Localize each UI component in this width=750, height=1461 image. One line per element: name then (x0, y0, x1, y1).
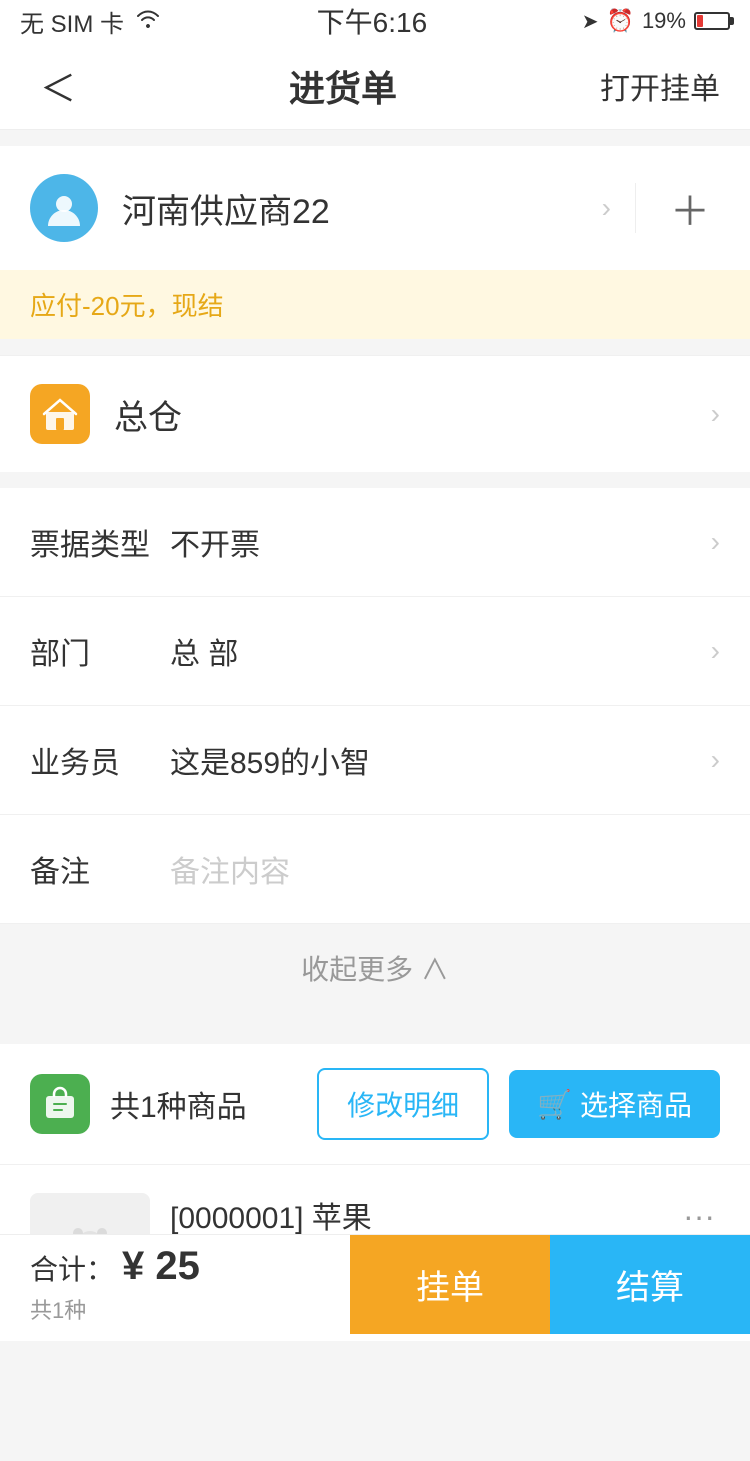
salesperson-value: 这是859的小智 (170, 738, 711, 782)
invoice-chevron-icon: › (711, 526, 720, 558)
select-product-button[interactable]: 🛒 选择商品 (509, 1070, 720, 1138)
chevron-right-icon: › (602, 192, 611, 224)
product-more-button[interactable]: ··· (678, 1193, 720, 1240)
salesperson-row[interactable]: 业务员 这是859的小智 › (0, 706, 750, 815)
product-divider (0, 1012, 750, 1028)
collapse-bar[interactable]: 收起更多 ∧ (0, 924, 750, 1012)
supplier-avatar (30, 174, 98, 242)
battery-icon (694, 12, 730, 30)
warehouse-divider (0, 339, 750, 355)
invoice-type-label: 票据类型 (30, 520, 170, 564)
notice-text: 应付-20元，现结 (30, 291, 224, 321)
supplier-name: 河南供应商22 (122, 184, 602, 233)
department-label: 部门 (30, 629, 170, 673)
carrier-label: 无 SIM 卡 (20, 4, 124, 39)
back-button[interactable]: ＜ (30, 50, 86, 122)
remark-label: 备注 (30, 847, 170, 891)
status-bar-left: 无 SIM 卡 (20, 4, 162, 39)
warehouse-section: 总仓 › (0, 355, 750, 472)
product-name: [0000001] 苹果 (170, 1193, 658, 1237)
warehouse-name: 总仓 (114, 390, 711, 439)
top-divider (0, 130, 750, 146)
salesperson-chevron-icon: › (711, 744, 720, 776)
bottom-bar: 合计： ¥ 25 共1种 挂单 结算 (0, 1234, 750, 1334)
supplier-section: 河南供应商22 › ＋ 应付-20元，现结 (0, 146, 750, 339)
vertical-divider (635, 183, 636, 233)
status-bar-right: ➤ ⏰ 19% (582, 8, 730, 34)
department-row[interactable]: 部门 总 部 › (0, 597, 750, 706)
product-title: 苹果 (312, 1202, 372, 1235)
total-label: 合计： (30, 1248, 114, 1288)
warehouse-chevron-icon: › (711, 398, 720, 430)
total-main: 合计： ¥ 25 (30, 1244, 320, 1289)
location-icon: ➤ (582, 9, 599, 34)
product-code: [0000001] (170, 1202, 312, 1235)
battery-percent: 19% (642, 8, 686, 34)
wifi-icon (134, 7, 162, 35)
open-hang-button[interactable]: 打开挂单 (600, 64, 720, 108)
hang-button[interactable]: 挂单 (350, 1235, 550, 1334)
product-icon (30, 1074, 90, 1134)
salesperson-label: 业务员 (30, 738, 170, 782)
product-count: 共1种商品 (110, 1082, 297, 1126)
nav-bar: ＜ 进货单 打开挂单 (0, 42, 750, 130)
remark-input[interactable]: 备注内容 (170, 847, 720, 891)
checkout-button[interactable]: 结算 (550, 1235, 750, 1334)
remark-row[interactable]: 备注 备注内容 (0, 815, 750, 924)
alarm-icon: ⏰ (607, 8, 634, 34)
status-bar: 无 SIM 卡 下午6:16 ➤ ⏰ 19% (0, 0, 750, 42)
total-section: 合计： ¥ 25 共1种 (0, 1235, 350, 1334)
add-button[interactable]: ＋ (660, 174, 720, 242)
invoice-type-value: 不开票 (170, 520, 711, 564)
warehouse-row[interactable]: 总仓 › (0, 355, 750, 472)
form-section: 票据类型 不开票 › 部门 总 部 › 业务员 这是859的小智 › 备注 备注… (0, 488, 750, 924)
edit-detail-button[interactable]: 修改明细 (317, 1068, 489, 1140)
status-time: 下午6:16 (317, 1, 428, 41)
warehouse-icon (30, 384, 90, 444)
page-title: 进货单 (289, 60, 397, 112)
notice-bar: 应付-20元，现结 (0, 270, 750, 339)
select-product-label: 选择商品 (580, 1084, 692, 1124)
department-chevron-icon: › (711, 635, 720, 667)
total-sub: 共1种 (30, 1293, 320, 1325)
invoice-type-row[interactable]: 票据类型 不开票 › (0, 488, 750, 597)
supplier-row[interactable]: 河南供应商22 › ＋ (0, 146, 750, 270)
collapse-label: 收起更多 ∧ (301, 954, 449, 985)
select-product-icon: 🛒 (537, 1088, 572, 1121)
department-value: 总 部 (170, 629, 711, 673)
product-header: 共1种商品 修改明细 🛒 选择商品 (0, 1044, 750, 1164)
bottom-spacer (0, 1341, 750, 1461)
total-value: ¥ 25 (122, 1244, 200, 1289)
